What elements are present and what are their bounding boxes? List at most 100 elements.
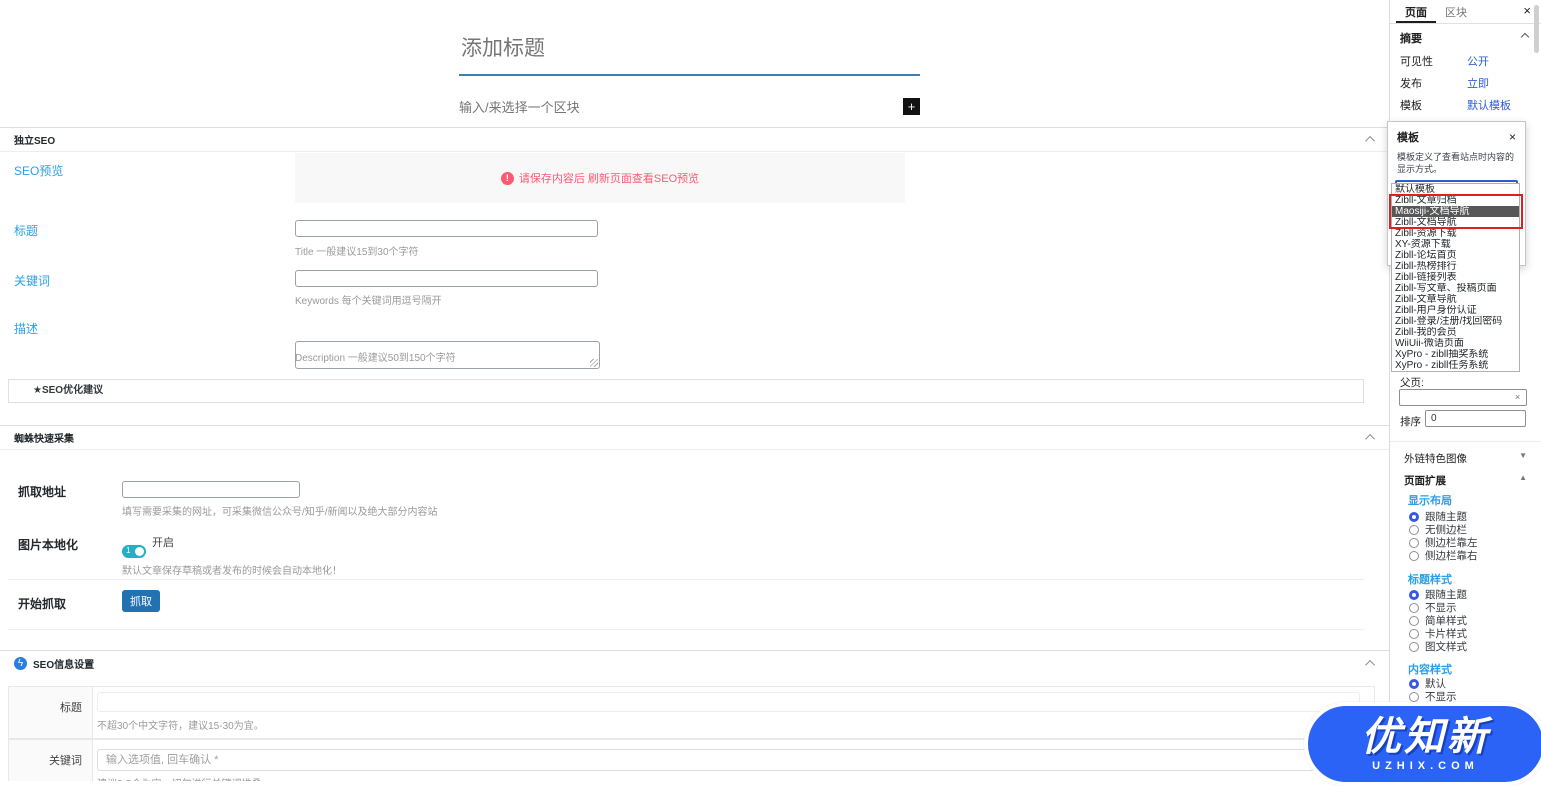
template-option[interactable]: Zibll-链接列表 [1392, 272, 1519, 283]
warning-icon: ! [501, 172, 514, 185]
image-localize-help: 默认文章保存草稿或者发布的时候会自动本地化！ [122, 562, 342, 577]
parent-page-input[interactable] [1399, 389, 1527, 406]
close-icon[interactable]: × [1523, 3, 1531, 18]
radio-icon [1409, 603, 1419, 613]
grab-button[interactable]: 抓取 [122, 590, 160, 612]
seo-keywords-help: Keywords 每个关键词用逗号隔开 [295, 292, 442, 307]
content-style-heading: 内容样式 [1408, 661, 1452, 677]
radio-layout-3[interactable]: 侧边栏靠右 [1409, 548, 1478, 563]
toggle-state-text: 开启 [152, 534, 174, 550]
radio-title-style-4[interactable]: 图文样式 [1409, 639, 1467, 654]
template-option[interactable]: XyPro - zibll任务系统 [1392, 360, 1519, 371]
grab-url-label: 抓取地址 [18, 483, 66, 500]
radio-icon [1409, 679, 1419, 689]
parent-page-label: 父页: [1400, 375, 1424, 390]
triangle-up-icon[interactable]: ▲ [1519, 473, 1527, 482]
scrollbar-thumb[interactable] [1534, 5, 1539, 53]
collapse-chevron-icon[interactable] [1365, 434, 1375, 444]
radio-icon [1409, 616, 1419, 626]
info-keywords-row: 关键词 建议3-5个为宜，切勿进行关键词堆叠。 [8, 739, 1375, 781]
template-option[interactable]: Zibll-用户身份认证 [1392, 305, 1519, 316]
tab-block[interactable]: 区块 [1436, 0, 1476, 23]
radio-icon [1409, 629, 1419, 639]
template-option[interactable]: Zibll-登录/注册/找回密码 [1392, 316, 1519, 327]
uzhix-watermark-logo: 优知新 UZHIX.COM [1304, 702, 1541, 786]
image-localize-label: 图片本地化 [18, 536, 78, 553]
editor-canvas: 添加标题 输入/来选择一个区块 + 独立SEO SEO预览 ! 请保存内容后 刷… [0, 0, 1389, 781]
settings-sidebar: 页面 区块 × 摘要 可见性 公开 发布 立即 模板 默认模板 模板 × 模板定… [1389, 0, 1541, 781]
spider-collector-panel: 蜘蛛快速采集 抓取地址 填写需要采集的网址，可采集微信公众号/知乎/新闻以及绝大… [0, 425, 1389, 650]
collapse-chevron-icon[interactable] [1365, 659, 1375, 669]
info-title-input[interactable] [97, 692, 1360, 712]
template-option[interactable]: XY-资源下载 [1392, 239, 1519, 250]
template-option[interactable]: Zibll-文章归档 [1392, 195, 1519, 206]
collapse-chevron-icon[interactable] [1521, 33, 1529, 41]
watermark-text: 优知新 [1361, 717, 1490, 757]
info-keywords-label: 关键词 [9, 740, 93, 781]
post-title-input[interactable]: 添加标题 [459, 26, 920, 76]
template-option-list: 默认模板 Zibll-文章归档 Maosiji-文档导航 Zibll-文档导航 … [1391, 183, 1520, 372]
radio-icon [1409, 692, 1419, 702]
template-option[interactable]: XyPro - zibll抽奖系统 [1392, 349, 1519, 360]
info-keywords-input[interactable] [97, 749, 1315, 771]
seo-title-help: Title 一般建议15到30个字符 [295, 243, 419, 258]
seo-preview-label: SEO预览 [14, 162, 63, 179]
template-option[interactable]: Zibll-热榜排行 [1392, 261, 1519, 272]
add-block-button[interactable]: + [903, 98, 920, 115]
radio-icon [1409, 512, 1419, 522]
featured-image-heading[interactable]: 外链特色图像 [1404, 451, 1467, 466]
seo-title-label: 标题 [14, 222, 38, 239]
independent-seo-panel: 独立SEO SEO预览 ! 请保存内容后 刷新页面查看SEO预览 标题 Titl… [0, 127, 1389, 425]
popover-description: 模板定义了查看站点时内容的显示方式。 [1388, 145, 1525, 180]
lightning-icon: ϟ [14, 657, 27, 670]
seo-info-header[interactable]: ϟ SEO信息设置 [0, 651, 1389, 675]
template-option[interactable]: Zibll-资源下载 [1392, 228, 1519, 239]
resize-handle-icon[interactable] [590, 359, 598, 367]
visibility-value-link[interactable]: 公开 [1467, 53, 1489, 69]
seo-info-panel: ϟ SEO信息设置 标题 不超30个中文字符，建议15-30为宜。 关键词 建议… [0, 650, 1389, 781]
close-icon[interactable]: × [1509, 130, 1516, 144]
title-style-heading: 标题样式 [1408, 571, 1452, 587]
info-title-label: 标题 [9, 687, 93, 738]
image-localize-toggle[interactable]: 1 [122, 545, 146, 558]
watermark-subtext: UZHIX.COM [1372, 760, 1479, 772]
template-option[interactable]: Zibll-论坛首页 [1392, 250, 1519, 261]
template-option[interactable]: 默认模板 [1392, 184, 1519, 195]
post-header: 添加标题 输入/来选择一个区块 + [459, 26, 920, 116]
tab-page[interactable]: 页面 [1396, 0, 1436, 23]
independent-seo-header[interactable]: 独立SEO [0, 128, 1389, 152]
template-option[interactable]: Zibll-写文章、投稿页面 [1392, 283, 1519, 294]
seo-description-label: 描述 [14, 320, 38, 337]
template-option[interactable]: Zibll-我的会员 [1392, 327, 1519, 338]
template-option[interactable]: Zibll-文档导航 [1392, 217, 1519, 228]
publish-value-link[interactable]: 立即 [1467, 75, 1489, 91]
page-extension-heading[interactable]: 页面扩展 [1404, 473, 1446, 488]
visibility-label: 可见性 [1400, 53, 1433, 69]
summary-heading[interactable]: 摘要 [1400, 30, 1422, 46]
panel-title: 独立SEO [14, 132, 55, 147]
toggle-knob [135, 547, 144, 556]
clear-icon[interactable]: × [1515, 392, 1520, 402]
template-option-highlighted[interactable]: Maosiji-文档导航 [1392, 206, 1519, 217]
template-option[interactable]: WiiUii-微语页面 [1392, 338, 1519, 349]
spider-collector-header[interactable]: 蜘蛛快速采集 [0, 426, 1389, 450]
block-appender[interactable]: 输入/来选择一个区块 [459, 97, 580, 116]
notice-text: 请保存内容后 刷新页面查看SEO预览 [519, 170, 699, 186]
seo-description-help: Description 一般建议50到150个字符 [295, 349, 456, 364]
panel-title: 蜘蛛快速采集 [14, 430, 74, 445]
grab-url-help: 填写需要采集的网址，可采集微信公众号/知乎/新闻以及绝大部分内容站 [122, 503, 438, 518]
template-option[interactable]: Zibll-文章导航 [1392, 294, 1519, 305]
layout-group-heading: 显示布局 [1408, 492, 1452, 508]
radio-icon [1409, 642, 1419, 652]
seo-suggestion-box[interactable]: ★SEO优化建议 [8, 379, 1364, 403]
grab-url-input[interactable] [122, 481, 300, 498]
toggle-value: 1 [126, 546, 130, 555]
triangle-down-icon[interactable]: ▼ [1519, 451, 1527, 460]
seo-keywords-input[interactable] [295, 270, 598, 287]
seo-title-input[interactable] [295, 220, 598, 237]
template-value-link[interactable]: 默认模板 [1467, 97, 1511, 113]
order-input[interactable] [1425, 410, 1526, 427]
radio-icon [1409, 590, 1419, 600]
radio-icon [1409, 538, 1419, 548]
collapse-chevron-icon[interactable] [1365, 136, 1375, 146]
